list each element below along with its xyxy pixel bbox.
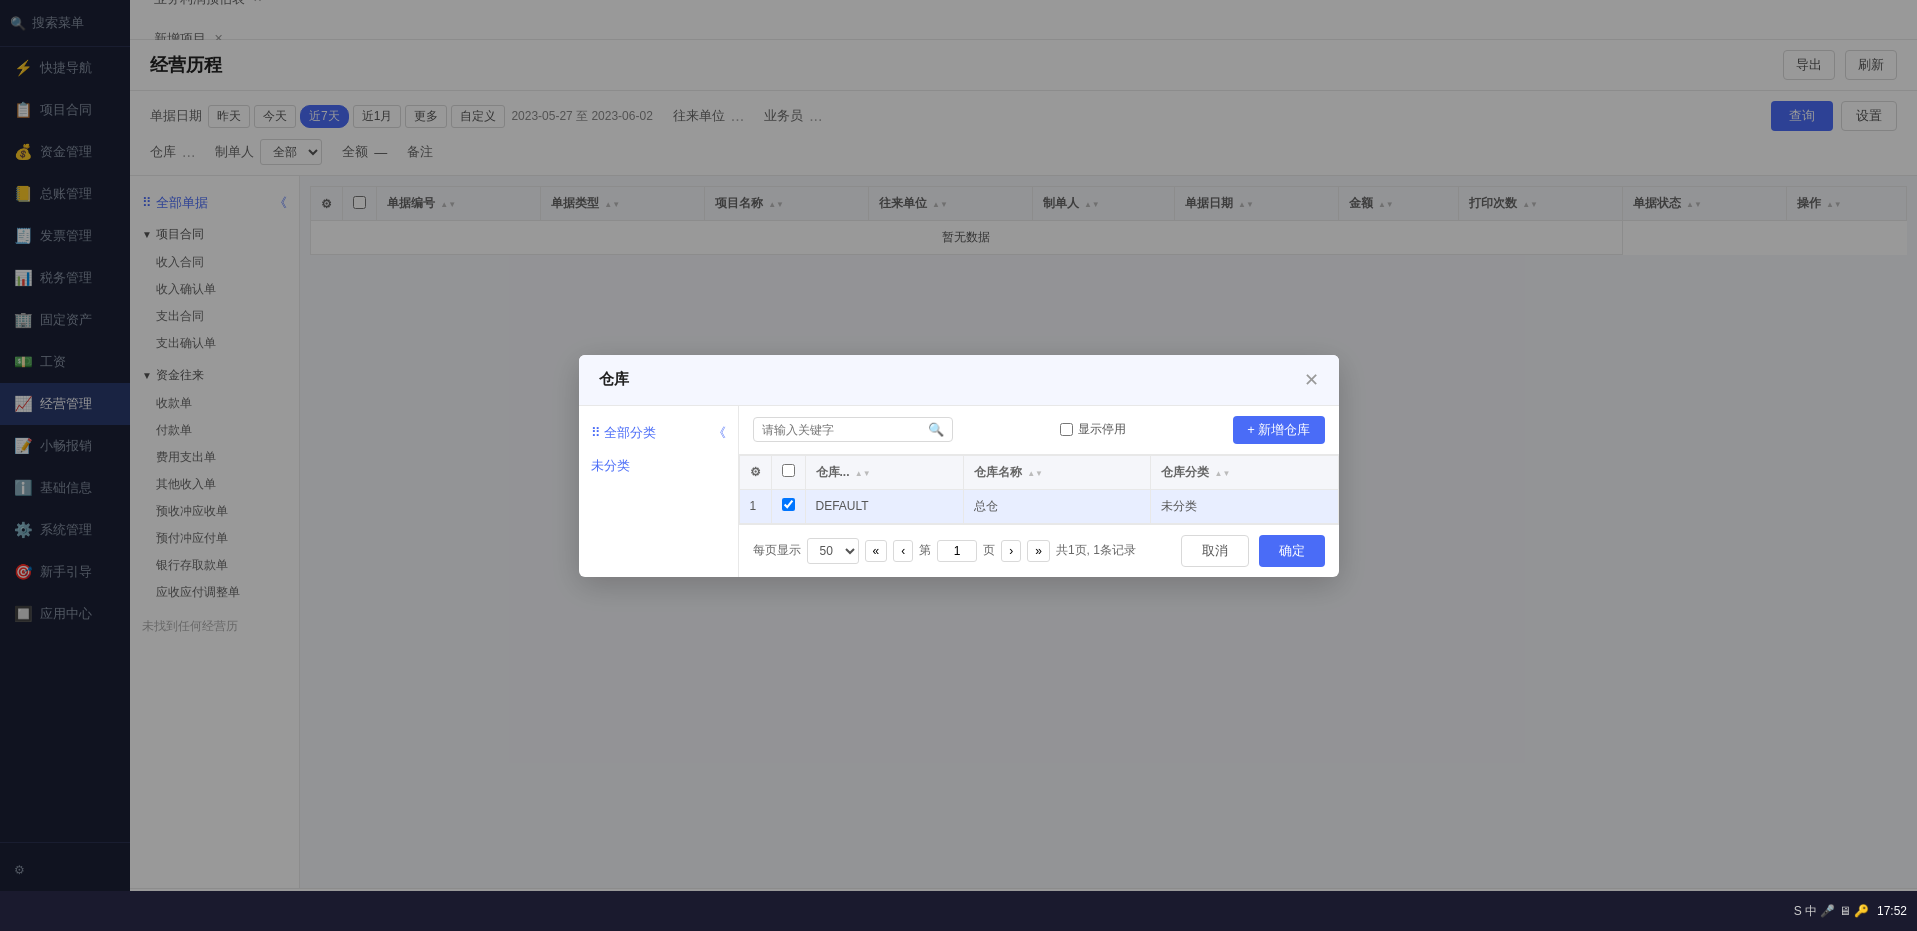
time-display: 17:52 <box>1877 904 1907 918</box>
modal-all-category-label: ⠿ 全部分类 <box>591 424 657 442</box>
modal-th-category: 仓库分类 ▲▼ <box>1151 455 1338 489</box>
modal-toolbar: 🔍 显示停用 + 新增仓库 <box>739 406 1339 455</box>
row-checkbox[interactable] <box>771 489 805 523</box>
modal-per-page-select[interactable]: 50 <box>807 538 859 564</box>
modal-first-btn[interactable]: « <box>865 540 888 562</box>
modal-page-end: 页 <box>983 542 995 559</box>
taskbar: S 中 🎤 🖥 🔑 17:52 <box>0 891 1917 931</box>
modal-header: 仓库 ✕ <box>579 355 1339 406</box>
modal-prev-btn[interactable]: ‹ <box>893 540 913 562</box>
modal-right-panel: 🔍 显示停用 + 新增仓库 ⚙ <box>739 406 1339 577</box>
modal-per-page-label: 每页显示 <box>753 542 801 559</box>
modal-last-btn[interactable]: » <box>1027 540 1050 562</box>
modal-table: ⚙ 仓库... ▲▼ 仓库名称 ▲▼ <box>739 455 1339 524</box>
modal-left-panel: ⠿ 全部分类 《 未分类 <box>579 406 739 577</box>
modal-table-wrap: ⚙ 仓库... ▲▼ 仓库名称 ▲▼ <box>739 455 1339 524</box>
modal-footer: 每页显示 50 « ‹ 第 页 › » 共1页, 1条记录 <box>739 524 1339 577</box>
modal-uncategorized-item[interactable]: 未分类 <box>579 450 738 482</box>
modal-total: 共1页, 1条记录 <box>1056 542 1136 559</box>
modal-actions: 取消 确定 <box>1181 535 1325 567</box>
row-code: DEFAULT <box>805 489 963 523</box>
modal-body: ⠿ 全部分类 《 未分类 🔍 显示停用 + 新增仓库 <box>579 406 1339 577</box>
modal-select-all[interactable] <box>782 464 795 477</box>
add-warehouse-button[interactable]: + 新增仓库 <box>1233 416 1324 444</box>
modal-close-btn[interactable]: ✕ <box>1304 369 1319 391</box>
modal-search-box[interactable]: 🔍 <box>753 417 953 442</box>
search-icon: 🔍 <box>928 422 944 437</box>
warehouse-modal: 仓库 ✕ ⠿ 全部分类 《 未分类 🔍 <box>579 355 1339 577</box>
show-disabled-label: 显示停用 <box>1078 421 1126 438</box>
modal-overlay: 仓库 ✕ ⠿ 全部分类 《 未分类 🔍 <box>0 0 1917 931</box>
sort-icon-code[interactable]: ▲▼ <box>855 470 871 478</box>
modal-left-collapse[interactable]: 《 <box>713 424 726 442</box>
modal-table-row[interactable]: 1 DEFAULT 总仓 未分类 <box>739 489 1338 523</box>
taskbar-icons: S 中 🎤 🖥 🔑 <box>1794 903 1869 920</box>
sort-icon-name[interactable]: ▲▼ <box>1027 470 1043 478</box>
modal-th-name: 仓库名称 ▲▼ <box>963 455 1150 489</box>
modal-pagination: 每页显示 50 « ‹ 第 页 › » 共1页, 1条记录 <box>753 538 1136 564</box>
modal-next-btn[interactable]: › <box>1001 540 1021 562</box>
row-name: 总仓 <box>963 489 1150 523</box>
modal-th-checkbox <box>771 455 805 489</box>
modal-th-code: 仓库... ▲▼ <box>805 455 963 489</box>
modal-title: 仓库 <box>599 370 629 389</box>
modal-page-input[interactable] <box>937 540 977 562</box>
row-category: 未分类 <box>1151 489 1338 523</box>
modal-page-label: 第 <box>919 542 931 559</box>
modal-table-header: ⚙ 仓库... ▲▼ 仓库名称 ▲▼ <box>739 455 1338 489</box>
row-num: 1 <box>739 489 771 523</box>
modal-left-header[interactable]: ⠿ 全部分类 《 <box>579 416 738 450</box>
confirm-button[interactable]: 确定 <box>1259 535 1325 567</box>
modal-th-settings[interactable]: ⚙ <box>739 455 771 489</box>
show-disabled-checkbox[interactable] <box>1060 423 1073 436</box>
sort-icon-category[interactable]: ▲▼ <box>1214 470 1230 478</box>
cancel-button[interactable]: 取消 <box>1181 535 1249 567</box>
show-disabled-checkbox-label[interactable]: 显示停用 <box>1060 421 1126 438</box>
modal-search-input[interactable] <box>762 423 922 437</box>
